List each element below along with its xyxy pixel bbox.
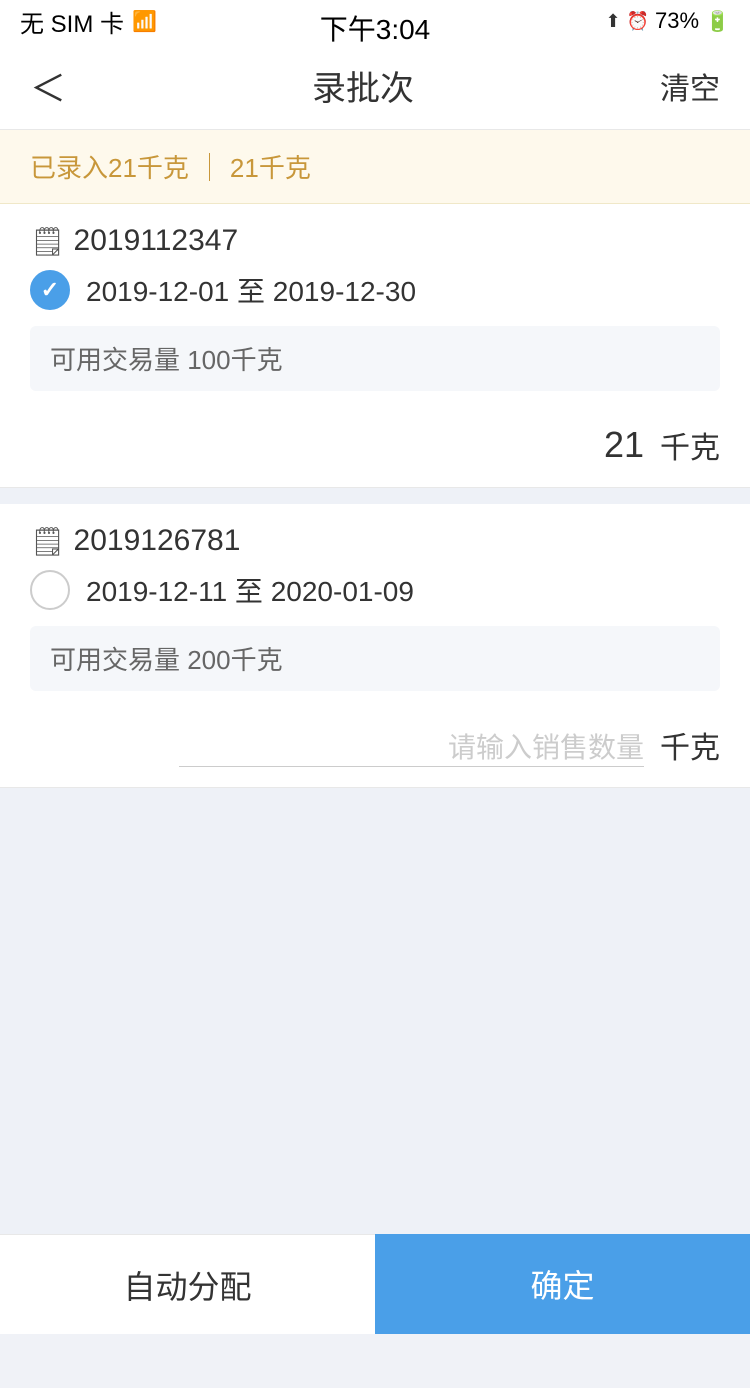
empty-area (0, 788, 750, 1288)
batch-doc-icon-1: 🗒 (30, 225, 66, 258)
summary-label: 已录入21千克 (30, 148, 189, 185)
batch-checkbox-2[interactable] (30, 570, 70, 610)
batch-id-row-1: 🗒 2019112347 (30, 224, 720, 258)
summary-value: 21千克 (230, 148, 311, 185)
batch-id-row-2: 🗒 2019126781 (30, 524, 720, 558)
avail-text-2: 可用交易量 200千克 (50, 645, 283, 675)
back-button[interactable]: ＜ (30, 60, 66, 112)
clock-icon: ⏰ (627, 11, 649, 32)
batch-date-row-1: 2019-12-01 至 2019-12-30 (30, 270, 720, 310)
wifi-icon: 📶 (132, 9, 157, 34)
batch-doc-icon-2: 🗒 (30, 525, 66, 558)
confirm-button[interactable]: 确定 (375, 1234, 750, 1334)
avail-text-1: 可用交易量 100千克 (50, 345, 283, 375)
avail-row-2: 可用交易量 200千克 (30, 626, 720, 691)
status-right: ⬆ ⏰ 73% 🔋 (606, 8, 730, 34)
batch-id-1: 2019112347 (74, 224, 239, 258)
qty-row-2: 千克 (0, 707, 750, 788)
status-time: 下午3:04 (320, 8, 431, 48)
qty-value-1: 21 (604, 424, 644, 466)
clear-button[interactable]: 清空 (660, 64, 720, 108)
batch-card-1: 🗒 2019112347 2019-12-01 至 2019-12-30 可用交… (0, 204, 750, 488)
battery-icon: 🔋 (705, 9, 730, 34)
qty-unit-1: 千克 (660, 423, 720, 467)
batch-checkbox-1[interactable] (30, 270, 70, 310)
auto-distribute-button[interactable]: 自动分配 (0, 1234, 375, 1334)
batch-date-2: 2019-12-11 至 2020-01-09 (86, 570, 414, 610)
batch-date-1: 2019-12-01 至 2019-12-30 (86, 270, 416, 310)
status-left: 无 SIM 卡 📶 (20, 4, 157, 39)
qty-row-1: 21 千克 (0, 407, 750, 488)
card-divider (0, 488, 750, 504)
qty-input-2[interactable] (179, 724, 644, 767)
batch-id-2: 2019126781 (74, 524, 241, 558)
status-bar: 无 SIM 卡 📶 下午3:04 ⬆ ⏰ 73% 🔋 (0, 0, 750, 42)
nav-bar: ＜ 录批次 清空 (0, 42, 750, 130)
carrier-text: 无 SIM 卡 (20, 4, 124, 39)
avail-row-1: 可用交易量 100千克 (30, 326, 720, 391)
battery-text: 73% (655, 8, 699, 34)
batch-card-2: 🗒 2019126781 2019-12-11 至 2020-01-09 可用交… (0, 504, 750, 788)
summary-divider (209, 153, 210, 181)
batch-date-row-2: 2019-12-11 至 2020-01-09 (30, 570, 720, 610)
qty-unit-2: 千克 (660, 723, 720, 767)
location-icon: ⬆ (606, 11, 621, 32)
footer: 自动分配 确定 (0, 1234, 750, 1334)
summary-banner: 已录入21千克 21千克 (0, 130, 750, 204)
page-title: 录批次 (312, 61, 414, 110)
